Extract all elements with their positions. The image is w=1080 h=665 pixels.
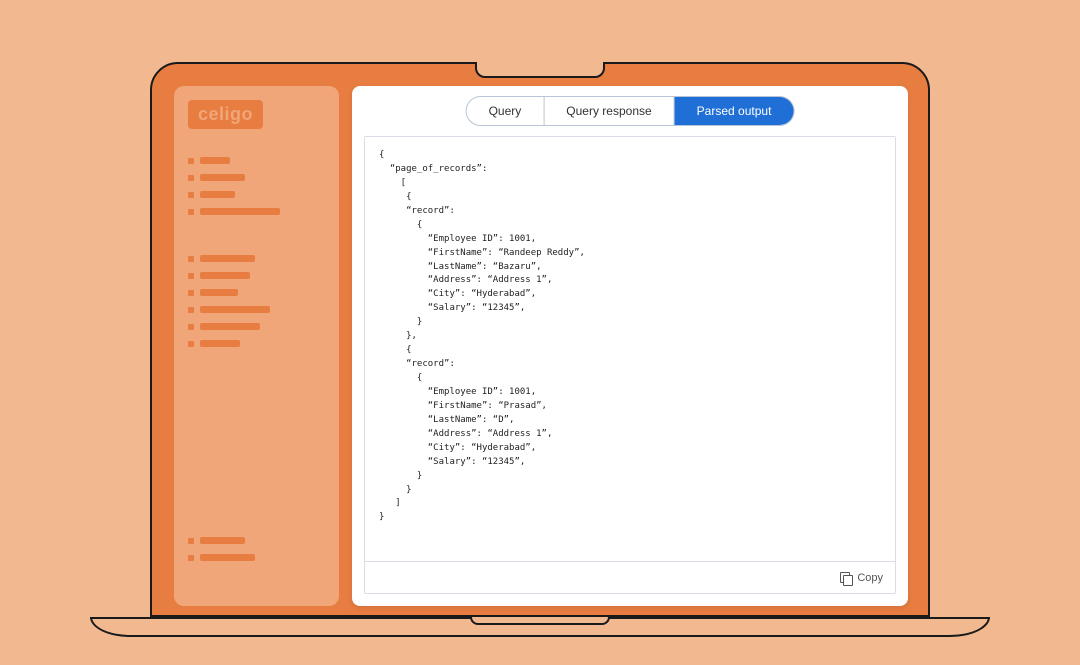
tab-query[interactable]: Query — [467, 97, 545, 125]
laptop-notch — [475, 62, 605, 78]
sidebar-item[interactable] — [188, 323, 325, 330]
sidebar-group-3 — [188, 537, 325, 561]
sidebar-item[interactable] — [188, 340, 325, 347]
brand-logo: celigo — [188, 100, 263, 129]
laptop-base — [90, 617, 990, 637]
code-footer: Copy — [365, 561, 895, 593]
sidebar-item[interactable] — [188, 208, 325, 215]
tab-group: Query Query response Parsed output — [466, 96, 795, 126]
tab-parsed-output[interactable]: Parsed output — [675, 97, 794, 125]
sidebar-item[interactable] — [188, 255, 325, 262]
sidebar-group-1 — [188, 157, 325, 215]
laptop-trackpad-indent — [470, 617, 610, 625]
sidebar-group-2 — [188, 255, 325, 347]
laptop-body: celigo Query Query response Parsed outpu… — [150, 62, 930, 617]
sidebar: celigo — [174, 86, 339, 606]
sidebar-item[interactable] — [188, 174, 325, 181]
sidebar-item[interactable] — [188, 191, 325, 198]
copy-label: Copy — [857, 572, 883, 584]
sidebar-item[interactable] — [188, 289, 325, 296]
copy-icon — [840, 572, 852, 584]
sidebar-item[interactable] — [188, 306, 325, 313]
tab-query-response[interactable]: Query response — [544, 97, 674, 125]
code-output: { “page_of_records”: [ { “record”: { “Em… — [365, 137, 895, 561]
copy-button[interactable]: Copy — [840, 572, 883, 584]
sidebar-item[interactable] — [188, 537, 325, 544]
sidebar-item[interactable] — [188, 157, 325, 164]
code-panel: { “page_of_records”: [ { “record”: { “Em… — [364, 136, 896, 594]
sidebar-item[interactable] — [188, 272, 325, 279]
content-card: Query Query response Parsed output { “pa… — [352, 86, 908, 606]
sidebar-item[interactable] — [188, 554, 325, 561]
